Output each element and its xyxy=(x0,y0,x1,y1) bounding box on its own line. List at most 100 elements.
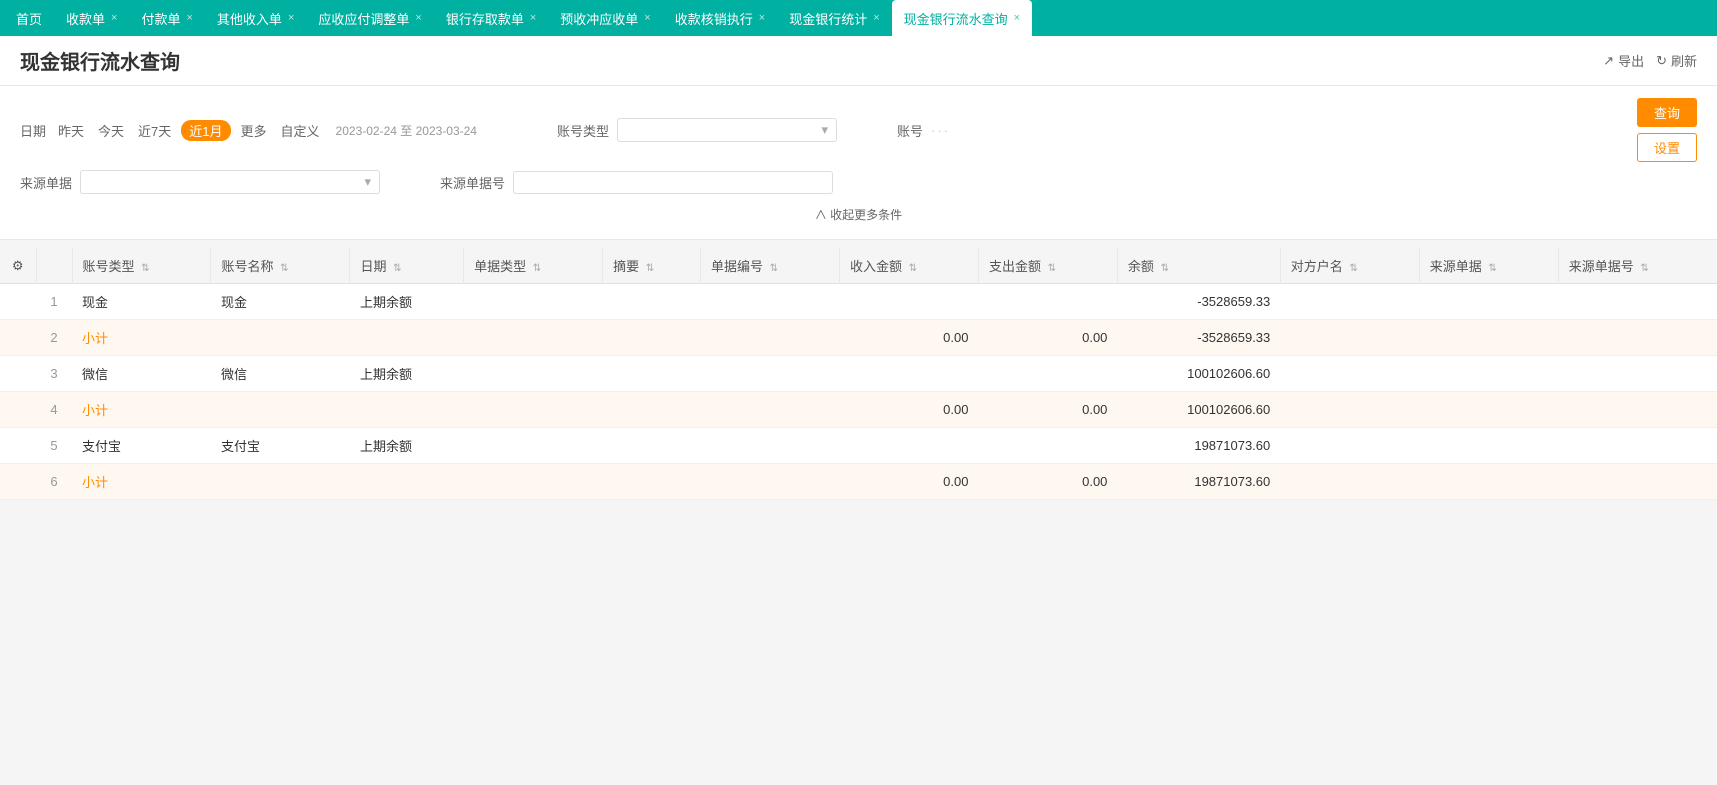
doc-no-cell xyxy=(701,464,840,500)
nav-label: 其他收入单 xyxy=(217,9,282,28)
source-doc-column-header[interactable]: 来源单据 ⇅ xyxy=(1419,248,1558,284)
doc-type-cell xyxy=(464,392,603,428)
doc-no-column-header[interactable]: 单据编号 ⇅ xyxy=(701,248,840,284)
nav-item-bank-flow[interactable]: 现金银行流水查询 × xyxy=(892,0,1032,36)
table-row[interactable]: 6 小计 0.00 0.00 19871073.60 xyxy=(0,464,1717,500)
income-column-header[interactable]: 收入金额 ⇅ xyxy=(839,248,978,284)
date-btn-more[interactable]: 更多 xyxy=(237,120,271,141)
source-doc-no-cell xyxy=(1558,428,1717,464)
table-row[interactable]: 3 微信 微信 上期余额 100102606.60 xyxy=(0,356,1717,392)
chevron-down-icon: ▾ xyxy=(364,174,371,190)
filter-row-1: 日期 昨天 今天 近7天 近1月 更多 自定义 2023-02-24 至 202… xyxy=(20,98,1697,162)
close-icon[interactable]: × xyxy=(873,12,879,24)
source-doc-no-input[interactable] xyxy=(513,171,833,194)
close-icon[interactable]: × xyxy=(1014,12,1020,24)
account-name-cell xyxy=(211,392,350,428)
row-number: 3 xyxy=(36,356,72,392)
table-row[interactable]: 4 小计 0.00 0.00 100102606.60 xyxy=(0,392,1717,428)
date-btn-yesterday[interactable]: 昨天 xyxy=(54,120,88,141)
counterpart-cell xyxy=(1280,464,1419,500)
counterpart-column-header[interactable]: 对方户名 ⇅ xyxy=(1280,248,1419,284)
date-cell xyxy=(350,392,464,428)
close-icon[interactable]: × xyxy=(644,12,650,24)
nav-item-bank-stats[interactable]: 现金银行统计 × xyxy=(777,0,891,36)
table-row[interactable]: 5 支付宝 支付宝 上期余额 19871073.60 xyxy=(0,428,1717,464)
counterpart-cell xyxy=(1280,320,1419,356)
date-col-label: 日期 xyxy=(360,259,386,274)
expense-column-header[interactable]: 支出金额 ⇅ xyxy=(978,248,1117,284)
chevron-down-icon: ▾ xyxy=(821,122,828,138)
query-button[interactable]: 查询 xyxy=(1637,98,1697,127)
row-number: 5 xyxy=(36,428,72,464)
gear-cell xyxy=(0,428,36,464)
nav-item-shoukuan[interactable]: 收款单 × xyxy=(54,0,129,36)
sort-icon: ⇅ xyxy=(646,263,654,274)
gear-cell xyxy=(0,392,36,428)
account-name-cell: 支付宝 xyxy=(211,428,350,464)
account-label: 账号 xyxy=(897,121,923,140)
row-number: 6 xyxy=(36,464,72,500)
expense-cell xyxy=(978,356,1117,392)
gear-column-header[interactable]: ⚙ xyxy=(0,248,36,284)
sort-icon: ⇅ xyxy=(1640,263,1648,274)
refresh-label: 刷新 xyxy=(1671,51,1697,70)
close-icon[interactable]: × xyxy=(111,12,117,24)
nav-item-adjust[interactable]: 应收应付调整单 × xyxy=(306,0,433,36)
income-cell: 0.00 xyxy=(839,320,978,356)
summary-cell xyxy=(603,356,701,392)
doc-no-cell xyxy=(701,320,840,356)
source-doc-select[interactable]: ▾ xyxy=(80,170,380,194)
source-doc-cell xyxy=(1419,284,1558,320)
nav-item-other-income[interactable]: 其他收入单 × xyxy=(205,0,306,36)
date-btn-7days[interactable]: 近7天 xyxy=(134,120,175,141)
doc-type-col-label: 单据类型 xyxy=(474,259,526,274)
account-type-select[interactable]: ▾ xyxy=(617,118,837,142)
date-column-header[interactable]: 日期 ⇅ xyxy=(350,248,464,284)
refresh-icon: ↻ xyxy=(1656,53,1667,69)
source-doc-no-column-header[interactable]: 来源单据号 ⇅ xyxy=(1558,248,1717,284)
account-type-cell: 现金 xyxy=(72,284,211,320)
date-btn-today[interactable]: 今天 xyxy=(94,120,128,141)
row-number: 1 xyxy=(36,284,72,320)
account-type-column-header[interactable]: 账号类型 ⇅ xyxy=(72,248,211,284)
date-cell xyxy=(350,320,464,356)
export-button[interactable]: ↗ 导出 xyxy=(1603,51,1644,70)
nav-item-bank-deposit[interactable]: 银行存取款单 × xyxy=(434,0,548,36)
income-cell xyxy=(839,356,978,392)
table-body: 1 现金 现金 上期余额 -3528659.33 2 小计 0.00 0.00 … xyxy=(0,284,1717,500)
settings-button[interactable]: 设置 xyxy=(1637,133,1697,162)
source-doc-no-col-label: 来源单据号 xyxy=(1569,259,1634,274)
income-col-label: 收入金额 xyxy=(850,259,902,274)
date-range-display: 2023-02-24 至 2023-03-24 xyxy=(336,122,477,139)
source-doc-cell xyxy=(1419,464,1558,500)
refresh-button[interactable]: ↻ 刷新 xyxy=(1656,51,1697,70)
collapse-bar[interactable]: ∧ 收起更多条件 xyxy=(20,202,1697,227)
sort-icon: ⇅ xyxy=(533,263,541,274)
close-icon[interactable]: × xyxy=(530,12,536,24)
account-name-column-header[interactable]: 账号名称 ⇅ xyxy=(211,248,350,284)
table-row[interactable]: 1 现金 现金 上期余额 -3528659.33 xyxy=(0,284,1717,320)
balance-column-header[interactable]: 余额 ⇅ xyxy=(1117,248,1280,284)
income-cell: 0.00 xyxy=(839,464,978,500)
close-icon[interactable]: × xyxy=(288,12,294,24)
close-icon[interactable]: × xyxy=(415,12,421,24)
close-icon[interactable]: × xyxy=(759,12,765,24)
source-doc-no-cell xyxy=(1558,320,1717,356)
date-btn-custom[interactable]: 自定义 xyxy=(277,120,324,141)
nav-item-writeoff[interactable]: 收款核销执行 × xyxy=(663,0,777,36)
source-doc-no-cell xyxy=(1558,392,1717,428)
income-cell: 0.00 xyxy=(839,392,978,428)
nav-item-prepay[interactable]: 预收冲应收单 × xyxy=(548,0,662,36)
nav-item-fukuan[interactable]: 付款单 × xyxy=(129,0,204,36)
data-table: ⚙ 账号类型 ⇅ 账号名称 ⇅ 日期 ⇅ 单据类型 ⇅ xyxy=(0,248,1717,500)
source-doc-no-label: 来源单据号 xyxy=(440,173,505,192)
summary-column-header[interactable]: 摘要 ⇅ xyxy=(603,248,701,284)
close-icon[interactable]: × xyxy=(186,12,192,24)
table-row[interactable]: 2 小计 0.00 0.00 -3528659.33 xyxy=(0,320,1717,356)
doc-type-column-header[interactable]: 单据类型 ⇅ xyxy=(464,248,603,284)
table-header-row: ⚙ 账号类型 ⇅ 账号名称 ⇅ 日期 ⇅ 单据类型 ⇅ xyxy=(0,248,1717,284)
account-type-cell: 支付宝 xyxy=(72,428,211,464)
date-btn-1month[interactable]: 近1月 xyxy=(181,120,230,141)
nav-item-home[interactable]: 首页 xyxy=(4,0,54,36)
action-buttons: 查询 设置 xyxy=(1637,98,1697,162)
